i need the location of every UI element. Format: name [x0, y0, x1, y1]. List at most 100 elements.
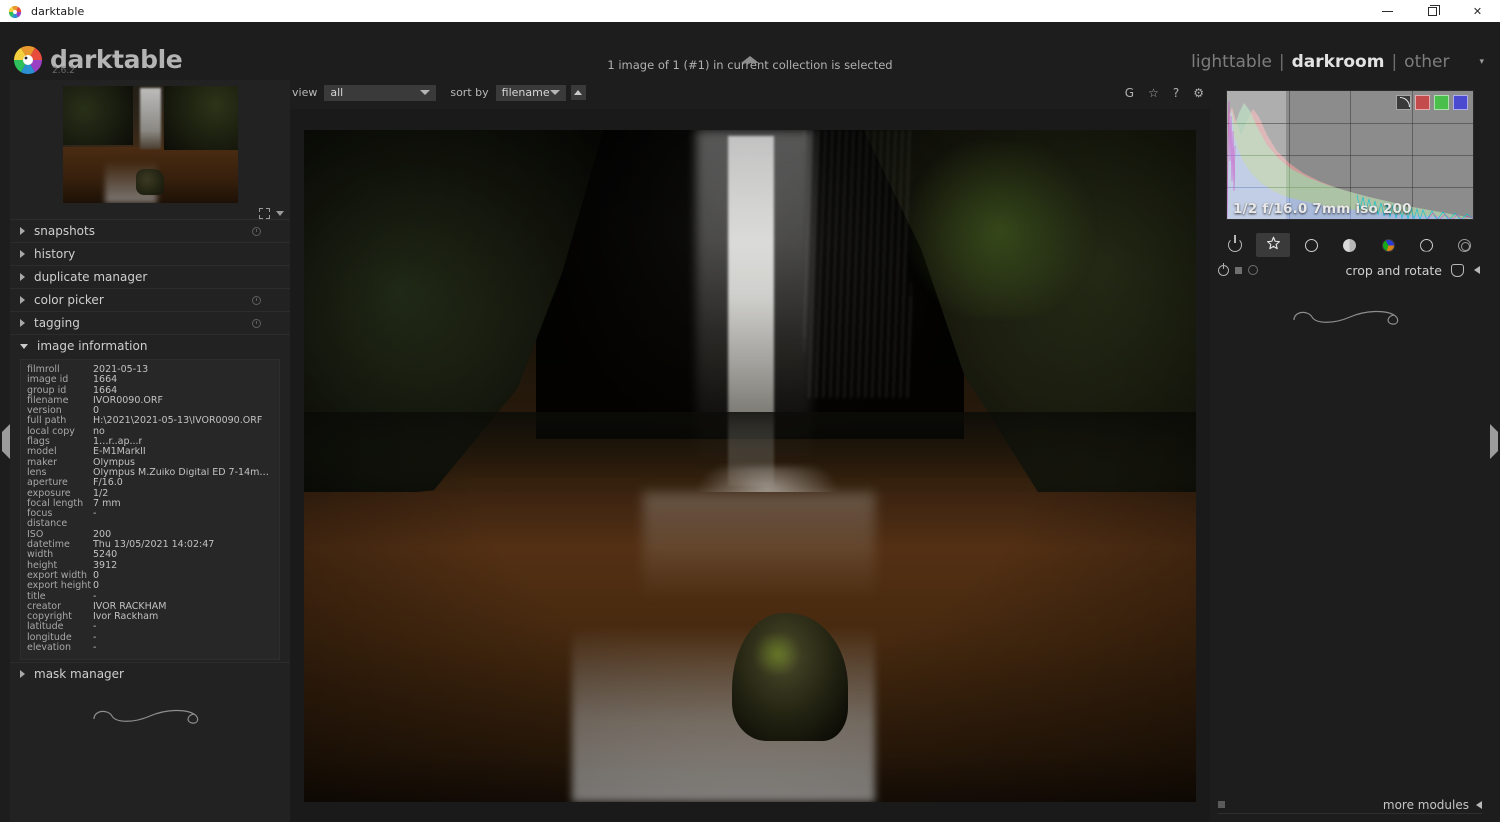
- right-panel: 1/2 f/16.0 7mm iso 200 crop and rotate m…: [1210, 80, 1490, 822]
- module-group-tone[interactable]: [1333, 233, 1367, 257]
- image-information-table: filmroll 2021-05-13 image id 1664 group id 16…: [20, 359, 280, 661]
- module-group-color[interactable]: [1371, 233, 1405, 257]
- navigation-preview[interactable]: [62, 86, 238, 203]
- module-controls: [1218, 262, 1258, 276]
- image-info-value: H:\2021\2021-05-13\IVOR0090.ORF: [93, 416, 263, 427]
- sidebar-module-image-information[interactable]: image information: [10, 334, 290, 357]
- image-info-value: IVOR RACKHAM: [93, 601, 167, 612]
- collapse-right-panel-handle[interactable]: [1490, 424, 1498, 459]
- fit-to-view-icon[interactable]: [259, 208, 270, 219]
- sidebar-module-color-picker[interactable]: color picker: [10, 288, 290, 311]
- chevron-right-icon[interactable]: [1476, 800, 1482, 809]
- power-icon: [1228, 235, 1242, 252]
- histogram[interactable]: 1/2 f/16.0 7mm iso 200: [1226, 90, 1474, 220]
- image-info-row: export height 0: [21, 580, 279, 591]
- collapse-left-panel-handle[interactable]: [2, 424, 10, 459]
- module-crop-and-rotate[interactable]: crop and rotate: [1218, 260, 1482, 280]
- window-title: darktable: [31, 4, 85, 18]
- image-info-row: datetime Thu 13/05/2021 14:02:47: [21, 539, 279, 551]
- chevron-down-icon[interactable]: ▾: [1479, 57, 1484, 67]
- module-presets-icon[interactable]: [252, 318, 261, 328]
- image-info-row: elevation -: [21, 642, 279, 654]
- image-info-value: Ivor Rackham: [93, 612, 159, 623]
- more-modules-bar[interactable]: more modules: [1218, 796, 1482, 814]
- sidebar-module-duplicate-manager[interactable]: duplicate manager: [10, 265, 290, 288]
- sidebar-module-snapshots[interactable]: snapshots: [10, 219, 290, 242]
- chevron-down-icon: [20, 343, 28, 349]
- histogram-blue-channel-button[interactable]: [1453, 95, 1468, 110]
- sidebar-module-mask-manager[interactable]: mask manager: [10, 662, 290, 685]
- star-favorite-icon: [1266, 236, 1281, 255]
- image-info-value: Olympus M.Zuiko Digital ED 7-14mm…: [93, 467, 273, 478]
- sidebar-module-tagging[interactable]: tagging: [10, 311, 290, 334]
- circle-icon: [1305, 238, 1319, 252]
- image-info-value: 0: [93, 570, 100, 581]
- zoom-level-chevron-down-icon[interactable]: [276, 211, 284, 216]
- module-reset-icon[interactable]: [1248, 265, 1258, 275]
- module-mask-icon[interactable]: [1451, 263, 1464, 277]
- correction-circle-icon: [1420, 238, 1434, 252]
- window-title-bar: darktable ✕: [0, 0, 1500, 22]
- module-group-favorites[interactable]: [1256, 233, 1291, 257]
- sidebar-module-history[interactable]: history: [10, 242, 290, 265]
- preferences-gear-icon[interactable]: ⚙: [1193, 87, 1204, 99]
- module-presets-icon[interactable]: [252, 226, 261, 236]
- grouping-icon[interactable]: G: [1125, 87, 1134, 99]
- module-group-effects[interactable]: [1448, 233, 1482, 257]
- navigation-tools: [259, 208, 284, 219]
- chevron-right-icon: [20, 250, 25, 258]
- image-info-row: focus distance -: [21, 509, 279, 530]
- view-filter-select[interactable]: all: [324, 84, 437, 101]
- overlays-star-icon[interactable]: ☆: [1148, 87, 1159, 99]
- sort-by-value: filename: [501, 86, 550, 99]
- chevron-right-icon: [20, 319, 25, 327]
- histogram-exif-overlay: 1/2 f/16.0 7mm iso 200: [1233, 201, 1412, 217]
- image-info-row: flags 1…r..ap...r: [21, 436, 279, 447]
- histogram-mode-curve-button[interactable]: [1396, 95, 1411, 110]
- view-darkroom[interactable]: darkroom: [1286, 52, 1391, 72]
- image-info-value: E-M1MarkII: [93, 447, 146, 458]
- darkroom-canvas[interactable]: [290, 109, 1210, 822]
- sort-direction-button[interactable]: [570, 85, 586, 100]
- module-layout-icon[interactable]: [1218, 801, 1225, 808]
- chevron-right-icon: [20, 227, 25, 235]
- help-icon[interactable]: ?: [1173, 87, 1179, 99]
- module-label: tagging: [34, 316, 80, 330]
- module-label: image information: [37, 339, 148, 353]
- nav-preview-boulder: [136, 169, 164, 195]
- edited-image[interactable]: [304, 129, 1196, 802]
- view-other[interactable]: other: [1398, 52, 1455, 72]
- left-panel: snapshots history duplicate manager colo…: [10, 80, 290, 822]
- image-info-value: Thu 13/05/2021 14:02:47: [93, 540, 215, 551]
- module-multi-instance-icon[interactable]: [1235, 266, 1242, 274]
- chevron-right-icon: [20, 670, 25, 679]
- module-group-basic[interactable]: [1295, 233, 1329, 257]
- image-info-value: -: [93, 643, 97, 654]
- collapse-top-panel-handle[interactable]: [741, 37, 759, 63]
- close-button[interactable]: ✕: [1455, 0, 1500, 22]
- histogram-green-channel-button[interactable]: [1434, 95, 1449, 110]
- image-info-key: focus distance: [27, 508, 68, 530]
- app-icon: [8, 4, 22, 19]
- view-lighttable[interactable]: lighttable: [1185, 52, 1278, 72]
- minimize-button[interactable]: [1365, 0, 1410, 22]
- view-filter-value: all: [330, 86, 344, 99]
- sort-by-select[interactable]: filename: [495, 84, 566, 101]
- histogram-red-channel-button[interactable]: [1415, 95, 1430, 110]
- image-info-value: -: [93, 622, 97, 633]
- restore-button[interactable]: [1410, 0, 1455, 22]
- module-label: crop and rotate: [1345, 262, 1442, 278]
- module-group-correction[interactable]: [1410, 233, 1444, 257]
- image-info-row: model E-M1MarkII: [21, 447, 279, 458]
- view-filter-label: view: [292, 86, 318, 99]
- image-info-value: -: [93, 591, 97, 602]
- image-info-value: 7 mm: [93, 498, 121, 509]
- module-power-icon[interactable]: [1218, 262, 1229, 276]
- module-group-active[interactable]: [1218, 233, 1252, 257]
- image-info-value: 200: [93, 529, 112, 540]
- chevron-right-icon[interactable]: [1474, 266, 1480, 274]
- module-presets-icon[interactable]: [252, 295, 261, 305]
- image-info-value: 5240: [93, 550, 118, 561]
- half-filled-circle-icon: [1343, 238, 1357, 252]
- view-separator-2: |: [1391, 52, 1398, 72]
